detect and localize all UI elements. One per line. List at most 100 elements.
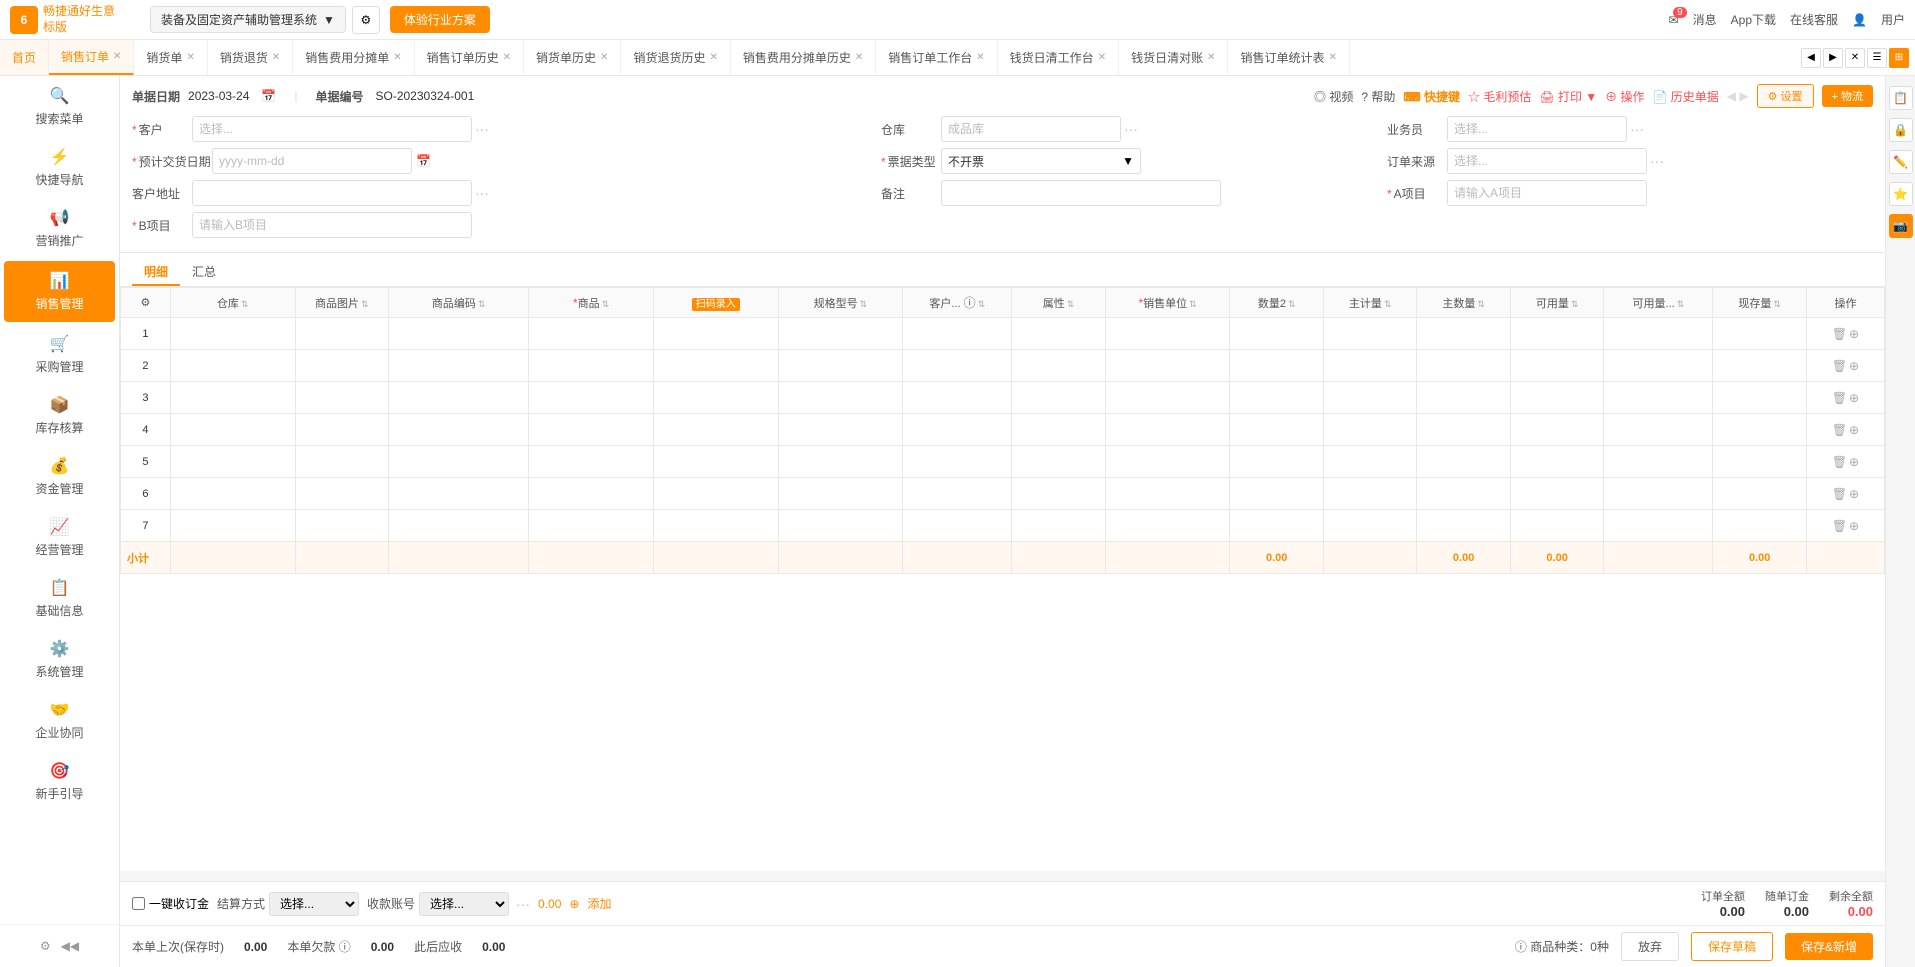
cell-unit[interactable] bbox=[1105, 478, 1230, 510]
cell-name[interactable] bbox=[529, 510, 654, 542]
account-dots[interactable]: ··· bbox=[516, 896, 530, 912]
cell-warehouse[interactable] bbox=[170, 350, 295, 382]
sidebar-collapse-btn[interactable]: ⚙ ◀◀ bbox=[0, 933, 119, 959]
copy-icon[interactable]: ⊕ bbox=[1849, 487, 1859, 501]
cell-customer-code[interactable] bbox=[903, 382, 1012, 414]
save-new-button[interactable]: 保存&新增 bbox=[1785, 933, 1873, 960]
nav-tab-order-history[interactable]: 销售订单历史 ✕ bbox=[415, 40, 524, 75]
cell-scan[interactable] bbox=[653, 318, 778, 350]
cell-spec[interactable] bbox=[778, 382, 903, 414]
video-btn[interactable]: ◎ 视频 bbox=[1314, 88, 1353, 105]
cell-unit[interactable] bbox=[1105, 382, 1230, 414]
cell-warehouse[interactable] bbox=[170, 382, 295, 414]
cell-unit[interactable] bbox=[1105, 350, 1230, 382]
delete-icon[interactable]: 🗑 bbox=[1832, 519, 1847, 533]
cell-scan[interactable] bbox=[653, 414, 778, 446]
app-download-link[interactable]: App下载 bbox=[1731, 11, 1776, 28]
cell-qty2[interactable] bbox=[1230, 414, 1323, 446]
cell-name[interactable] bbox=[529, 478, 654, 510]
cell-code[interactable] bbox=[389, 510, 529, 542]
close-icon[interactable]: ✕ bbox=[1207, 52, 1215, 63]
delete-icon[interactable]: 🗑 bbox=[1832, 327, 1847, 341]
right-panel-btn-4[interactable]: ⭐ bbox=[1889, 182, 1913, 206]
nav-close-btn[interactable]: ✕ bbox=[1845, 48, 1865, 68]
cell-code[interactable] bbox=[389, 350, 529, 382]
sidebar-item-basicinfo[interactable]: 📋 基础信息 bbox=[0, 568, 119, 629]
cell-scan[interactable] bbox=[653, 382, 778, 414]
delete-icon[interactable]: 🗑 bbox=[1832, 359, 1847, 373]
nav-tab-workbench[interactable]: 销售订单工作台 ✕ bbox=[876, 40, 997, 75]
cell-warehouse[interactable] bbox=[170, 318, 295, 350]
cell-scan[interactable] bbox=[653, 478, 778, 510]
sidebar-item-sales[interactable]: 📊 销售管理 bbox=[4, 261, 115, 322]
cell-name[interactable] bbox=[529, 446, 654, 478]
right-panel-btn-5[interactable]: 📷 bbox=[1889, 214, 1913, 238]
cell-attr[interactable] bbox=[1012, 414, 1105, 446]
order-source-input[interactable] bbox=[1447, 148, 1647, 174]
sidebar-item-purchase[interactable]: 🛒 采购管理 bbox=[0, 324, 119, 385]
nav-tab-sales-expense[interactable]: 销售费用分摊单 ✕ bbox=[293, 40, 414, 75]
copy-icon[interactable]: ⊕ bbox=[1849, 423, 1859, 437]
warehouse-input[interactable] bbox=[941, 116, 1121, 142]
cell-name[interactable] bbox=[529, 350, 654, 382]
copy-icon[interactable]: ⊕ bbox=[1849, 327, 1859, 341]
cell-unit[interactable] bbox=[1105, 510, 1230, 542]
cell-spec[interactable] bbox=[778, 510, 903, 542]
receive-account-select[interactable]: 选择... bbox=[419, 892, 509, 916]
cell-qty2[interactable] bbox=[1230, 318, 1323, 350]
delete-icon[interactable]: 🗑 bbox=[1832, 455, 1847, 469]
sidebar-item-quicknav[interactable]: ⚡ 快捷导航 bbox=[0, 137, 119, 198]
remark-input[interactable] bbox=[941, 180, 1221, 206]
order-source-dots[interactable]: ··· bbox=[1650, 153, 1664, 169]
copy-icon[interactable]: ⊕ bbox=[1849, 391, 1859, 405]
cell-customer-code[interactable] bbox=[903, 446, 1012, 478]
cell-name[interactable] bbox=[529, 318, 654, 350]
nav-tab-stats[interactable]: 销售订单统计表 ✕ bbox=[1228, 40, 1349, 75]
b-project-input[interactable] bbox=[192, 212, 472, 238]
cell-customer-code[interactable] bbox=[903, 318, 1012, 350]
cell-warehouse[interactable] bbox=[170, 414, 295, 446]
close-icon[interactable]: ✕ bbox=[503, 52, 511, 63]
history-btn[interactable]: 📄 历史单据 bbox=[1653, 88, 1719, 105]
staff-input[interactable] bbox=[1447, 116, 1627, 142]
cell-main-qty[interactable] bbox=[1417, 446, 1510, 478]
close-icon[interactable]: ✕ bbox=[1329, 52, 1337, 63]
cell-customer-code[interactable] bbox=[903, 510, 1012, 542]
nav-tab-sales-return[interactable]: 销货退货 ✕ bbox=[208, 40, 293, 75]
close-icon[interactable]: ✕ bbox=[393, 52, 401, 63]
cell-main-qty[interactable] bbox=[1417, 382, 1510, 414]
cell-name[interactable] bbox=[529, 414, 654, 446]
shortcut-btn[interactable]: ⌨ 快捷键 bbox=[1403, 88, 1460, 105]
settle-method-select[interactable]: 选择... bbox=[269, 892, 359, 916]
cell-customer-code[interactable] bbox=[903, 478, 1012, 510]
nav-next-btn[interactable]: ▶ bbox=[1823, 48, 1843, 68]
close-icon[interactable]: ✕ bbox=[272, 52, 280, 63]
nav-tab-sales-order[interactable]: 销售订单 ✕ bbox=[49, 40, 134, 75]
tab-summary[interactable]: 汇总 bbox=[180, 259, 228, 286]
copy-icon[interactable]: ⊕ bbox=[1849, 455, 1859, 469]
print-btn[interactable]: 🖨 打印 ▼ bbox=[1539, 88, 1597, 105]
cell-qty2[interactable] bbox=[1230, 350, 1323, 382]
cell-main-qty[interactable] bbox=[1417, 318, 1510, 350]
delivery-date-input[interactable] bbox=[212, 148, 412, 174]
cell-qty2[interactable] bbox=[1230, 446, 1323, 478]
right-panel-btn-1[interactable]: 📋 bbox=[1889, 86, 1913, 110]
cell-spec[interactable] bbox=[778, 350, 903, 382]
close-icon[interactable]: ✕ bbox=[600, 52, 608, 63]
cell-code[interactable] bbox=[389, 414, 529, 446]
sidebar-item-operation[interactable]: 📈 经营管理 bbox=[0, 507, 119, 568]
cell-attr[interactable] bbox=[1012, 350, 1105, 382]
help-btn[interactable]: ? 帮助 bbox=[1361, 88, 1395, 105]
close-icon[interactable]: ✕ bbox=[976, 52, 984, 63]
cell-spec[interactable] bbox=[778, 478, 903, 510]
online-service-link[interactable]: 在线客服 bbox=[1790, 11, 1838, 28]
cell-spec[interactable] bbox=[778, 318, 903, 350]
cell-unit[interactable] bbox=[1105, 446, 1230, 478]
a-project-input[interactable] bbox=[1447, 180, 1647, 206]
add-account-btn[interactable]: 添加 bbox=[587, 895, 611, 912]
quick-settle-label[interactable]: 一键收订金 bbox=[132, 895, 209, 912]
nav-tab-bill-history[interactable]: 销货单历史 ✕ bbox=[524, 40, 621, 75]
cell-attr[interactable] bbox=[1012, 510, 1105, 542]
cell-unit[interactable] bbox=[1105, 318, 1230, 350]
close-icon[interactable]: ✕ bbox=[1098, 52, 1106, 63]
